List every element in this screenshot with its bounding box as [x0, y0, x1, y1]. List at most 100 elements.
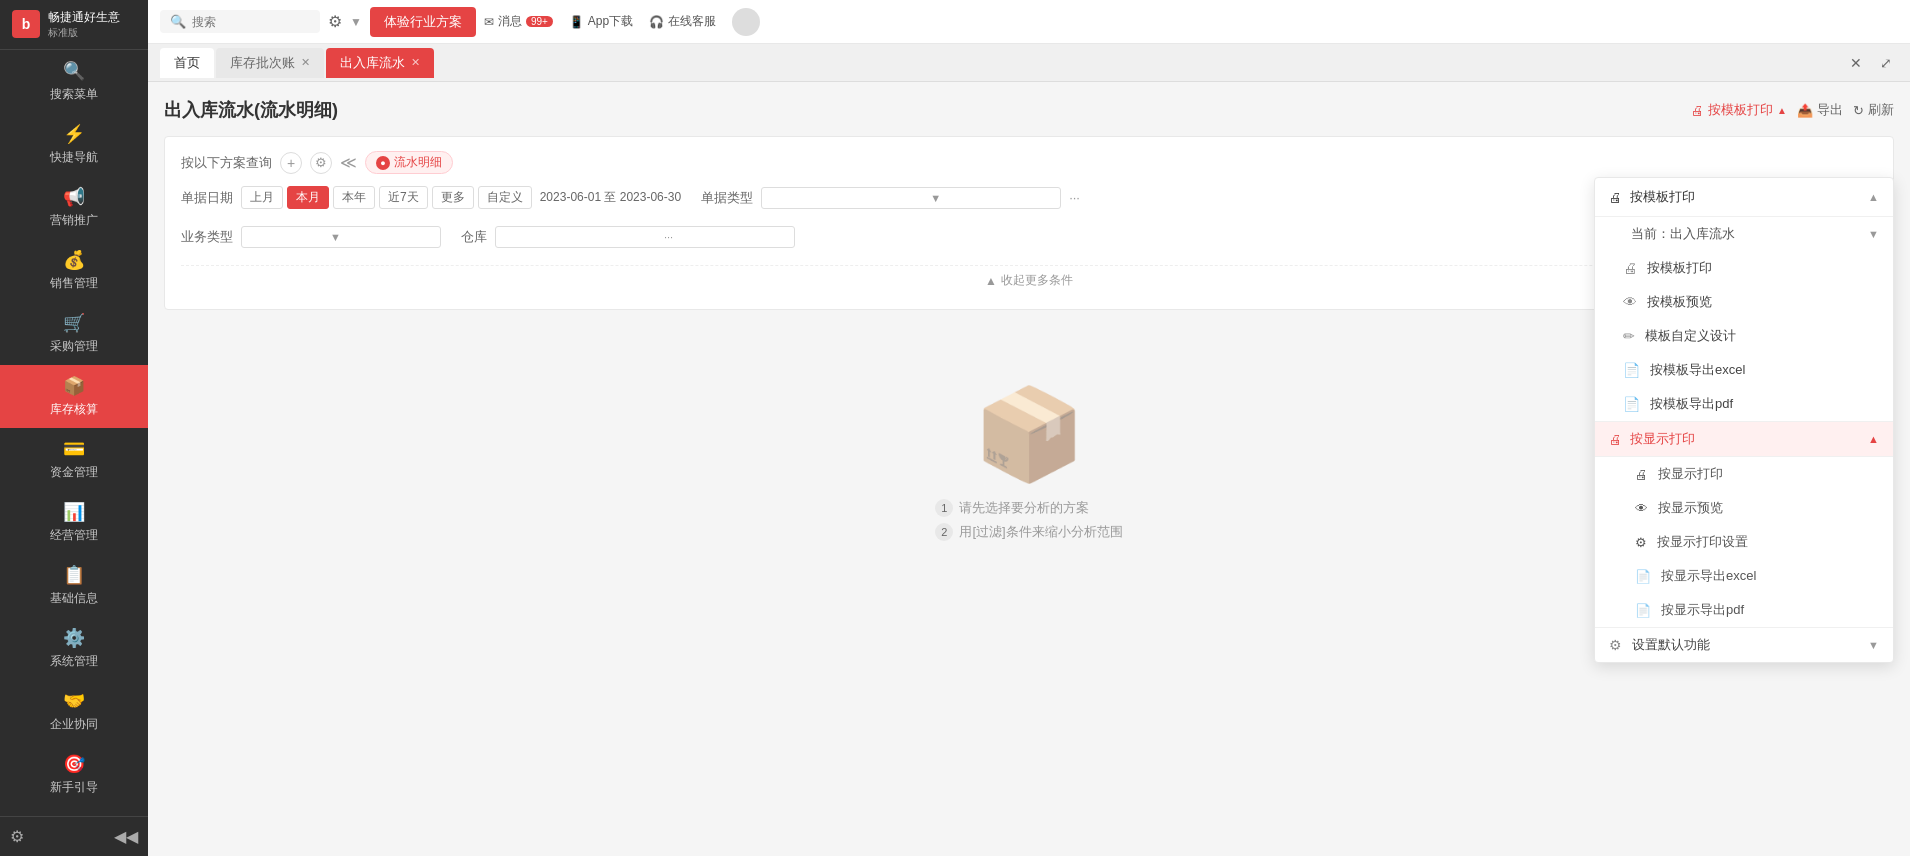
- dropdown-item-set-default[interactable]: ⚙ 设置默认功能 ▼: [1595, 627, 1893, 662]
- close-window-button[interactable]: ✕: [1844, 51, 1868, 75]
- voucher-type-arrow: ▼: [930, 192, 941, 204]
- settings-footer-icon[interactable]: ⚙: [10, 827, 24, 846]
- operation-icon: 📊: [63, 501, 85, 523]
- filter-add-button[interactable]: +: [280, 152, 302, 174]
- business-type-label: 业务类型: [181, 228, 233, 246]
- tab-batch[interactable]: 库存批次账 ✕: [216, 48, 324, 78]
- refresh-button[interactable]: ↻ 刷新: [1853, 101, 1894, 119]
- business-type-select[interactable]: ▼: [241, 226, 441, 248]
- warehouse-select[interactable]: ···: [495, 226, 795, 248]
- sidebar-item-finance[interactable]: 💳 资金管理: [0, 428, 148, 491]
- date-btn-this-month[interactable]: 本月: [287, 186, 329, 209]
- sidebar-item-label: 企业协同: [50, 716, 98, 733]
- system-icon: ⚙️: [63, 627, 85, 649]
- marketing-icon: 📢: [63, 186, 85, 208]
- dropdown-item-template-print[interactable]: 🖨 按模板打印: [1595, 251, 1893, 285]
- tab-flow[interactable]: 出入库流水 ✕: [326, 48, 434, 78]
- template-print-button[interactable]: 🖨 按模板打印 ▲: [1691, 101, 1787, 119]
- dropdown-item-display-pdf[interactable]: 📄 按显示导出pdf: [1595, 593, 1893, 627]
- dropdown-item-template-custom[interactable]: ✏ 模板自定义设计: [1595, 319, 1893, 353]
- printer-icon: 🖨: [1691, 103, 1704, 118]
- dropdown-title-text: 按模板打印: [1630, 188, 1695, 206]
- sidebar-item-system[interactable]: ⚙️ 系统管理: [0, 617, 148, 680]
- set-default-arrow: ▼: [1868, 639, 1879, 651]
- sidebar-item-collab[interactable]: 🤝 企业协同: [0, 680, 148, 743]
- display-section-arrow[interactable]: ▲: [1868, 433, 1879, 445]
- dropdown-item-label: 按模板预览: [1647, 293, 1712, 311]
- set-default-label: 设置默认功能: [1632, 636, 1710, 654]
- industry-solution-button[interactable]: 体验行业方案: [370, 7, 476, 37]
- app-logo: b 畅捷通好生意 标准版: [0, 0, 148, 50]
- dropdown-item-display-excel[interactable]: 📄 按显示导出excel: [1595, 559, 1893, 593]
- sidebar-item-marketing[interactable]: 📢 营销推广: [0, 176, 148, 239]
- preview-icon: 👁: [1623, 294, 1637, 310]
- voucher-type-select[interactable]: ▼: [761, 187, 1061, 209]
- window-controls: ✕ ⤢: [1844, 51, 1898, 75]
- user-avatar[interactable]: [732, 8, 760, 36]
- export-button[interactable]: 📤 导出: [1797, 101, 1843, 119]
- page-title: 出入库流水(流水明细): [164, 98, 338, 122]
- logo-icon: b: [12, 10, 40, 38]
- phone-icon: 📱: [569, 15, 584, 29]
- tab-flow-close[interactable]: ✕: [411, 56, 420, 69]
- sidebar-item-inventory[interactable]: 📦 库存核算: [0, 365, 148, 428]
- display-printer-icon: 🖨: [1609, 432, 1622, 447]
- display-pdf-icon: 📄: [1635, 603, 1651, 618]
- active-filter-tag[interactable]: ● 流水明细: [365, 151, 453, 174]
- dropdown-collapse-arrow[interactable]: ▲: [1868, 191, 1879, 203]
- date-btn-this-year[interactable]: 本年: [333, 186, 375, 209]
- maximize-window-button[interactable]: ⤢: [1874, 51, 1898, 75]
- dropdown-item-template-excel[interactable]: 📄 按模板导出excel: [1595, 353, 1893, 387]
- sidebar-item-search[interactable]: 🔍 搜索菜单: [0, 50, 148, 113]
- pdf-icon: 📄: [1623, 396, 1640, 412]
- warehouse-arrow: ···: [664, 231, 673, 243]
- dropdown-item-label: 模板自定义设计: [1645, 327, 1736, 345]
- sidebar-item-sales[interactable]: 💰 销售管理: [0, 239, 148, 302]
- sidebar-item-shortcut[interactable]: ⚡ 快捷导航: [0, 113, 148, 176]
- sidebar-item-appstore[interactable]: 🏪 应用中心: [0, 806, 148, 816]
- basic-icon: 📋: [63, 564, 85, 586]
- dropdown-sub-item-label: 按显示预览: [1658, 499, 1723, 517]
- business-type-field: 业务类型 ▼: [181, 226, 441, 248]
- date-btn-last-month[interactable]: 上月: [241, 186, 283, 209]
- sidebar-item-label: 采购管理: [50, 338, 98, 355]
- topbar-search-box[interactable]: 🔍: [160, 10, 320, 33]
- dropdown-item-template-pdf[interactable]: 📄 按模板导出pdf: [1595, 387, 1893, 421]
- date-btn-custom[interactable]: 自定义: [478, 186, 532, 209]
- sidebar-item-label: 系统管理: [50, 653, 98, 670]
- tab-batch-close[interactable]: ✕: [301, 56, 310, 69]
- dropdown-header: 🖨 按模板打印 ▲: [1595, 178, 1893, 217]
- sidebar-item-basic[interactable]: 📋 基础信息: [0, 554, 148, 617]
- dropdown-item-label: 按模板打印: [1647, 259, 1712, 277]
- collapse-sidebar-icon[interactable]: ◀◀: [114, 827, 138, 846]
- date-btn-more[interactable]: 更多: [432, 186, 474, 209]
- sidebar-item-guide[interactable]: 🎯 新手引导: [0, 743, 148, 806]
- filter-collapse-button[interactable]: ≪: [340, 153, 357, 172]
- dropdown-item-display-settings[interactable]: ⚙ 按显示打印设置: [1595, 525, 1893, 559]
- voucher-type-more[interactable]: ···: [1069, 190, 1080, 205]
- page-header-actions: 🖨 按模板打印 ▲ 📤 导出 ↻ 刷新: [1691, 101, 1894, 119]
- filter-settings-button[interactable]: ⚙: [310, 152, 332, 174]
- topbar-dropdown-icon[interactable]: ▼: [350, 15, 362, 29]
- sidebar-item-operation[interactable]: 📊 经营管理: [0, 491, 148, 554]
- tab-home[interactable]: 首页: [160, 48, 214, 78]
- page-header: 出入库流水(流水明细) 🖨 按模板打印 ▲ 📤 导出 ↻ 刷新: [164, 98, 1894, 122]
- dropdown-item-template-preview[interactable]: 👁 按模板预览: [1595, 285, 1893, 319]
- message-button[interactable]: ✉ 消息 99+: [484, 13, 553, 30]
- dropdown-item-display-preview[interactable]: 👁 按显示预览: [1595, 491, 1893, 525]
- current-label: 当前：出入库流水: [1631, 225, 1735, 243]
- voucher-type-label: 单据类型: [701, 189, 753, 207]
- search-input[interactable]: [192, 15, 292, 29]
- dropdown-sub-item-label: 按显示打印设置: [1657, 533, 1748, 551]
- date-btn-7days[interactable]: 近7天: [379, 186, 428, 209]
- app-download-button[interactable]: 📱 App下载: [569, 13, 633, 30]
- printer-sub-icon: 🖨: [1623, 260, 1637, 276]
- logo-text: 畅捷通好生意 标准版: [48, 10, 120, 39]
- dropdown-item-display-print[interactable]: 🖨 按显示打印: [1595, 457, 1893, 491]
- sidebar-item-purchase[interactable]: 🛒 采购管理: [0, 302, 148, 365]
- topbar-settings-icon[interactable]: ⚙: [328, 12, 342, 31]
- sidebar-footer: ⚙ ◀◀: [0, 816, 148, 856]
- sidebar-item-label: 搜索菜单: [50, 86, 98, 103]
- dropdown-item-label: 按模板导出excel: [1650, 361, 1745, 379]
- online-service-button[interactable]: 🎧 在线客服: [649, 13, 716, 30]
